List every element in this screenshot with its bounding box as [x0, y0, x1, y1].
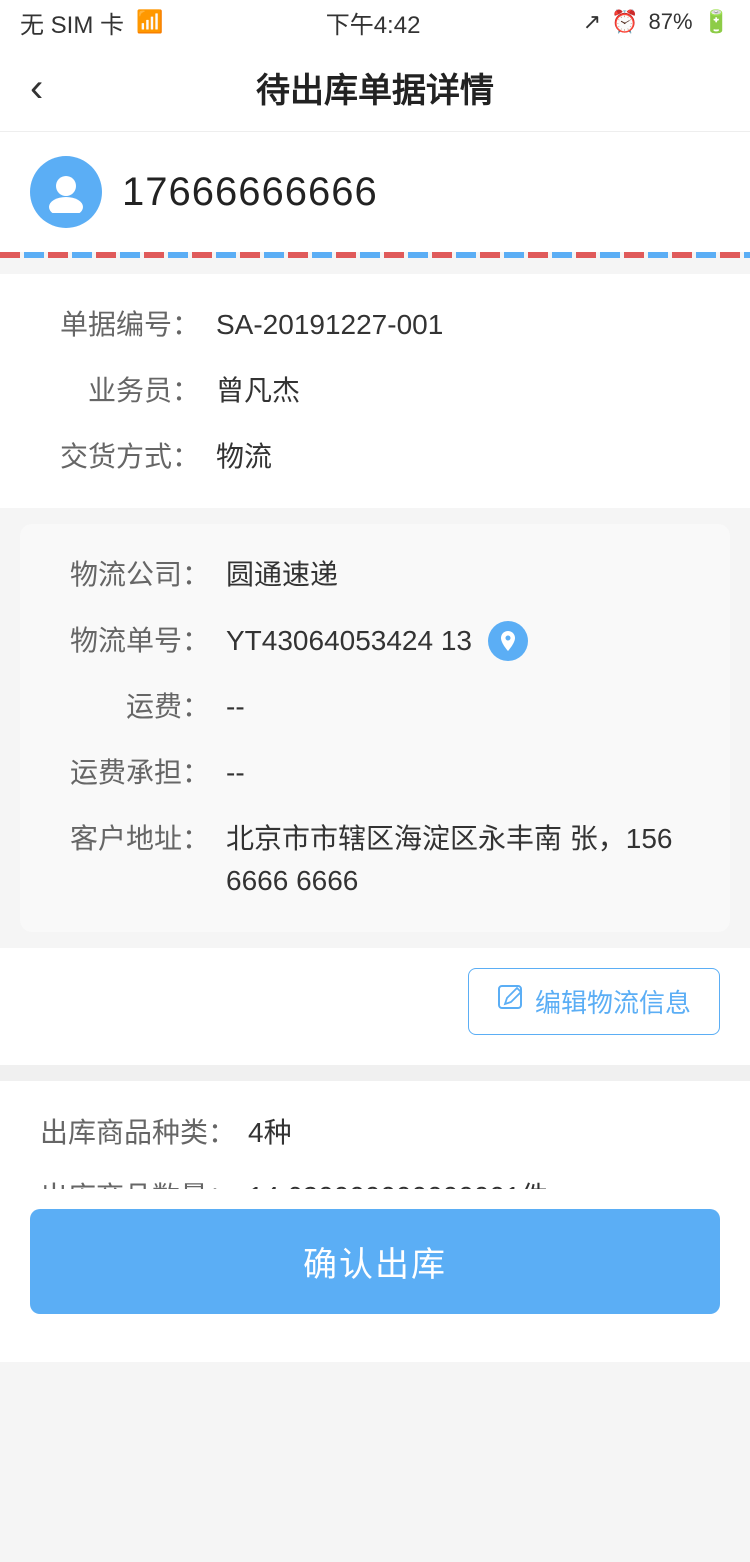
tracking-value: YT43064053424 13 — [226, 620, 700, 662]
section-divider — [0, 1065, 750, 1081]
edit-button-row: 编辑物流信息 — [0, 948, 750, 1065]
tracking-row: 物流单号： YT43064053424 13 — [50, 620, 700, 662]
location-icon: ↗ — [583, 9, 601, 35]
address-label: 客户地址： — [50, 818, 210, 860]
battery-icon: 🔋 — [703, 9, 730, 35]
delivery-row: 交货方式： 物流 — [40, 436, 710, 478]
logistics-company-row: 物流公司： 圆通速递 — [50, 554, 700, 596]
freight-bear-label: 运费承担： — [50, 752, 210, 794]
alarm-icon: ⏰ — [611, 9, 638, 35]
salesman-row: 业务员： 曾凡杰 — [40, 370, 710, 412]
freight-bear-value: -- — [226, 752, 700, 794]
document-number-value: SA-20191227-001 — [216, 304, 710, 346]
freight-label: 运费： — [50, 686, 210, 728]
nav-bar: ‹ 待出库单据详情 — [0, 44, 750, 132]
goods-type-value: 4种 — [248, 1111, 292, 1151]
page-title: 待出库单据详情 — [256, 63, 494, 112]
status-right: ↗ ⏰ 87% 🔋 — [583, 9, 730, 35]
battery-text: 87% — [649, 9, 693, 35]
address-value: 北京市市辖区海淀区永丰南 张，156 6666 6666 — [226, 818, 700, 902]
delivery-label: 交货方式： — [40, 436, 200, 478]
salesman-label: 业务员： — [40, 370, 200, 412]
confirm-button-wrap: 确认出库 — [0, 1189, 750, 1334]
document-number-row: 单据编号： SA-20191227-001 — [40, 304, 710, 346]
logistics-card: 物流公司： 圆通速递 物流单号： YT43064053424 13 运费： --… — [20, 524, 730, 932]
document-info-section: 单据编号： SA-20191227-001 业务员： 曾凡杰 交货方式： 物流 — [0, 274, 750, 508]
freight-value: -- — [226, 686, 700, 728]
tracking-location-button[interactable] — [488, 621, 528, 661]
tracking-label: 物流单号： — [50, 620, 210, 662]
document-number-label: 单据编号： — [40, 304, 200, 346]
address-row: 客户地址： 北京市市辖区海淀区永丰南 张，156 6666 6666 — [50, 818, 700, 902]
edit-icon — [497, 984, 525, 1019]
edit-logistics-label: 编辑物流信息 — [535, 983, 691, 1020]
avatar — [30, 156, 102, 228]
confirm-outbound-button[interactable]: 确认出库 — [30, 1209, 720, 1314]
status-left: 无 SIM 卡 📶 — [20, 5, 163, 40]
salesman-value: 曾凡杰 — [216, 370, 710, 412]
freight-row: 运费： -- — [50, 686, 700, 728]
delivery-value: 物流 — [216, 436, 710, 478]
edit-logistics-button[interactable]: 编辑物流信息 — [468, 968, 720, 1035]
logistics-company-value: 圆通速递 — [226, 554, 700, 596]
goods-type-row: 出库商品种类： 4种 — [40, 1111, 710, 1151]
goods-type-label: 出库商品种类： — [40, 1111, 240, 1151]
customer-header: 17666666666 — [0, 132, 750, 252]
carrier-text: 无 SIM 卡 — [20, 5, 124, 40]
wifi-icon: 📶 — [136, 9, 163, 35]
customer-phone: 17666666666 — [122, 170, 378, 215]
logistics-company-label: 物流公司： — [50, 554, 210, 596]
freight-bear-row: 运费承担： -- — [50, 752, 700, 794]
status-bar: 无 SIM 卡 📶 下午4:42 ↗ ⏰ 87% 🔋 — [0, 0, 750, 44]
bottom-spacer — [0, 1362, 750, 1562]
status-time: 下午4:42 — [326, 5, 421, 40]
dashed-divider — [0, 252, 750, 258]
back-button[interactable]: ‹ — [30, 68, 43, 108]
